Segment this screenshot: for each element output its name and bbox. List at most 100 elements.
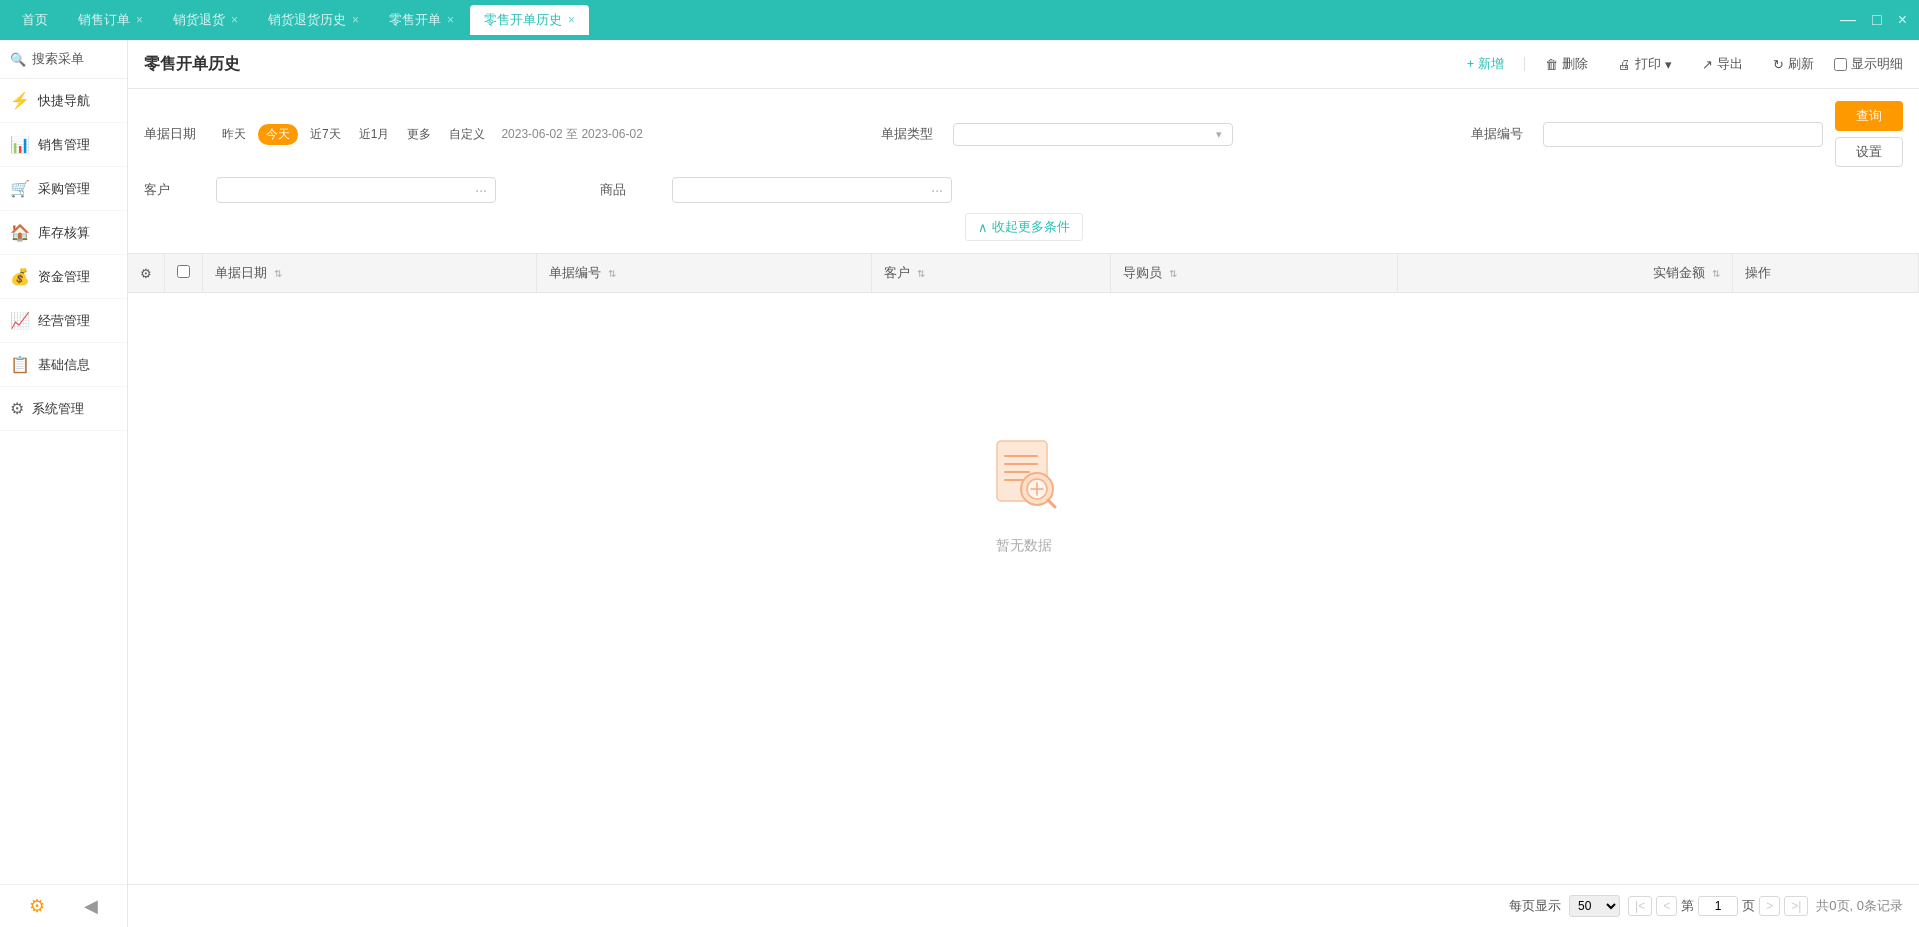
system-icon: ⚙ <box>10 399 24 418</box>
page-header: 零售开单历史 + 新增 🗑 删除 🖨 打印 ▾ ↗ 导出 ↻ <box>128 40 1919 89</box>
tab-close-retail-history[interactable]: × <box>568 13 575 27</box>
export-button[interactable]: ↗ 导出 <box>1692 50 1753 78</box>
tab-sales-return[interactable]: 销货退货× <box>159 5 252 35</box>
show-detail-toggle[interactable]: 显示明细 <box>1834 55 1903 73</box>
th-settings[interactable]: ⚙ <box>128 254 165 293</box>
search-icon: 🔍 <box>10 52 26 67</box>
sidebar-label-inventory: 库存核算 <box>38 224 90 242</box>
tab-bar-right: — □ × <box>1836 7 1911 33</box>
page-total: 共0页, 0条记录 <box>1816 897 1903 915</box>
shortcut-more[interactable]: 更多 <box>401 124 437 145</box>
refresh-icon: ↻ <box>1773 57 1784 72</box>
finance-icon: 💰 <box>10 267 30 286</box>
sidebar-item-quick-nav[interactable]: ⚡快捷导航 <box>0 79 127 123</box>
refresh-button[interactable]: ↻ 刷新 <box>1763 50 1824 78</box>
sidebar: 🔍 搜索采单 ⚡快捷导航📊销售管理🛒采购管理🏠库存核算💰资金管理 📈 经营管理 📋基础… <box>0 40 128 927</box>
salesperson-sort-icon[interactable]: ⇅ <box>1169 268 1177 279</box>
th-customer-label: 客户 <box>884 265 910 280</box>
shortcut-1month[interactable]: 近1月 <box>353 124 396 145</box>
sidebar-bottom: ⚙ ◀ <box>0 884 127 927</box>
goods-filter-dots[interactable]: ··· <box>931 182 943 198</box>
sidebar-item-basic[interactable]: 📋基础信息 <box>0 343 127 387</box>
th-action-label: 操作 <box>1745 265 1771 280</box>
add-button[interactable]: + 新增 <box>1457 50 1514 78</box>
customer-filter-label: 客户 <box>144 181 204 199</box>
sidebar-label-operation: 经营管理 <box>38 312 90 330</box>
shortcut-today[interactable]: 今天 <box>258 124 298 145</box>
sidebar-item-finance[interactable]: 💰资金管理 <box>0 255 127 299</box>
sidebar-search[interactable]: 🔍 搜索采单 <box>0 40 127 79</box>
next-page-button[interactable]: > <box>1759 896 1780 916</box>
tab-close-sales-return[interactable]: × <box>231 13 238 27</box>
sidebar-item-inventory[interactable]: 🏠库存核算 <box>0 211 127 255</box>
print-button[interactable]: 🖨 打印 ▾ <box>1608 50 1682 78</box>
shortcut-yesterday[interactable]: 昨天 <box>216 124 252 145</box>
current-page-input[interactable] <box>1698 896 1738 916</box>
collapse-sidebar-icon[interactable]: ◀ <box>84 895 98 917</box>
tab-home[interactable]: 首页 <box>8 5 62 35</box>
goods-filter-field[interactable] <box>681 183 931 198</box>
customer-sort-icon[interactable]: ⇅ <box>917 268 925 279</box>
purchase-icon: 🛒 <box>10 179 30 198</box>
tab-sales-order[interactable]: 销售订单× <box>64 5 157 35</box>
type-filter-select[interactable]: ▾ <box>953 123 1233 146</box>
th-number-label: 单据编号 <box>549 265 601 280</box>
customer-filter-dots[interactable]: ··· <box>475 182 487 198</box>
tab-bar: 首页销售订单×销货退货×销货退货历史×零售开单×零售开单历史× — □ × <box>0 0 1919 40</box>
sidebar-item-sales[interactable]: 📊销售管理 <box>0 123 127 167</box>
sidebar-label-system: 系统管理 <box>32 400 84 418</box>
content-area: 零售开单历史 + 新增 🗑 删除 🖨 打印 ▾ ↗ 导出 ↻ <box>128 40 1919 927</box>
tab-sales-return-history[interactable]: 销货退货历史× <box>254 5 373 35</box>
last-page-button[interactable]: >| <box>1784 896 1808 916</box>
select-all-checkbox[interactable] <box>177 265 190 278</box>
shortcut-custom[interactable]: 自定义 <box>443 124 491 145</box>
page-title: 零售开单历史 <box>144 54 240 75</box>
window-close-icon[interactable]: × <box>1894 7 1911 33</box>
query-button[interactable]: 查询 <box>1835 101 1903 131</box>
per-page-select[interactable]: 102050100 <box>1569 895 1620 917</box>
tab-retail-open[interactable]: 零售开单× <box>375 5 468 35</box>
th-customer: 客户 ⇅ <box>871 254 1111 293</box>
first-page-button[interactable]: |< <box>1628 896 1652 916</box>
window-maximize-icon[interactable]: □ <box>1868 7 1886 33</box>
operation-icon: 📈 <box>10 311 30 330</box>
show-detail-checkbox[interactable] <box>1834 58 1847 71</box>
shortcut-7days[interactable]: 近7天 <box>304 124 347 145</box>
number-filter-input <box>1543 122 1823 147</box>
th-date-label: 单据日期 <box>215 265 267 280</box>
tab-close-sales-order[interactable]: × <box>136 13 143 27</box>
empty-state: 暂无数据 <box>128 293 1919 693</box>
pagination: 每页显示 102050100 |< < 第 页 > >| 共0页, 0条记录 <box>128 884 1919 927</box>
print-label: 打印 <box>1635 55 1661 73</box>
empty-icon <box>979 431 1069 521</box>
empty-text: 暂无数据 <box>996 537 1052 555</box>
svg-line-7 <box>1048 500 1055 507</box>
th-date: 单据日期 ⇅ <box>203 254 537 293</box>
filter-settings-button[interactable]: 设置 <box>1835 137 1903 167</box>
tab-close-sales-return-history[interactable]: × <box>352 13 359 27</box>
customer-filter-field[interactable] <box>225 183 475 198</box>
date-sort-icon[interactable]: ⇅ <box>274 268 282 279</box>
sidebar-item-operation[interactable]: 📈 经营管理 <box>0 299 127 343</box>
export-label: 导出 <box>1717 55 1743 73</box>
number-filter-field[interactable] <box>1552 127 1814 142</box>
sidebar-item-purchase[interactable]: 🛒采购管理 <box>0 167 127 211</box>
date-filter-label: 单据日期 <box>144 125 204 143</box>
export-icon: ↗ <box>1702 57 1713 72</box>
tab-close-retail-open[interactable]: × <box>447 13 454 27</box>
filter-row-1: 单据日期 昨天 今天 近7天 近1月 更多 自定义 2023-06-02 至 2… <box>144 101 1903 167</box>
column-settings-icon[interactable]: ⚙ <box>140 266 152 281</box>
number-sort-icon[interactable]: ⇅ <box>608 268 616 279</box>
data-table: ⚙ 单据日期 ⇅ 单据编号 ⇅ <box>128 254 1919 293</box>
amount-sort-icon[interactable]: ⇅ <box>1712 268 1720 279</box>
prev-page-button[interactable]: < <box>1656 896 1677 916</box>
collapse-icon: ∧ <box>978 220 988 235</box>
window-minimize-icon[interactable]: — <box>1836 7 1860 33</box>
table-area: ⚙ 单据日期 ⇅ 单据编号 ⇅ <box>128 254 1919 884</box>
settings-icon[interactable]: ⚙ <box>29 895 45 917</box>
main-layout: 🔍 搜索采单 ⚡快捷导航📊销售管理🛒采购管理🏠库存核算💰资金管理 📈 经营管理 📋基础… <box>0 40 1919 927</box>
tab-retail-history[interactable]: 零售开单历史× <box>470 5 589 35</box>
collapse-button[interactable]: ∧ 收起更多条件 <box>965 213 1083 241</box>
delete-button[interactable]: 🗑 删除 <box>1535 50 1598 78</box>
sidebar-item-system[interactable]: ⚙ 系统管理 <box>0 387 127 431</box>
